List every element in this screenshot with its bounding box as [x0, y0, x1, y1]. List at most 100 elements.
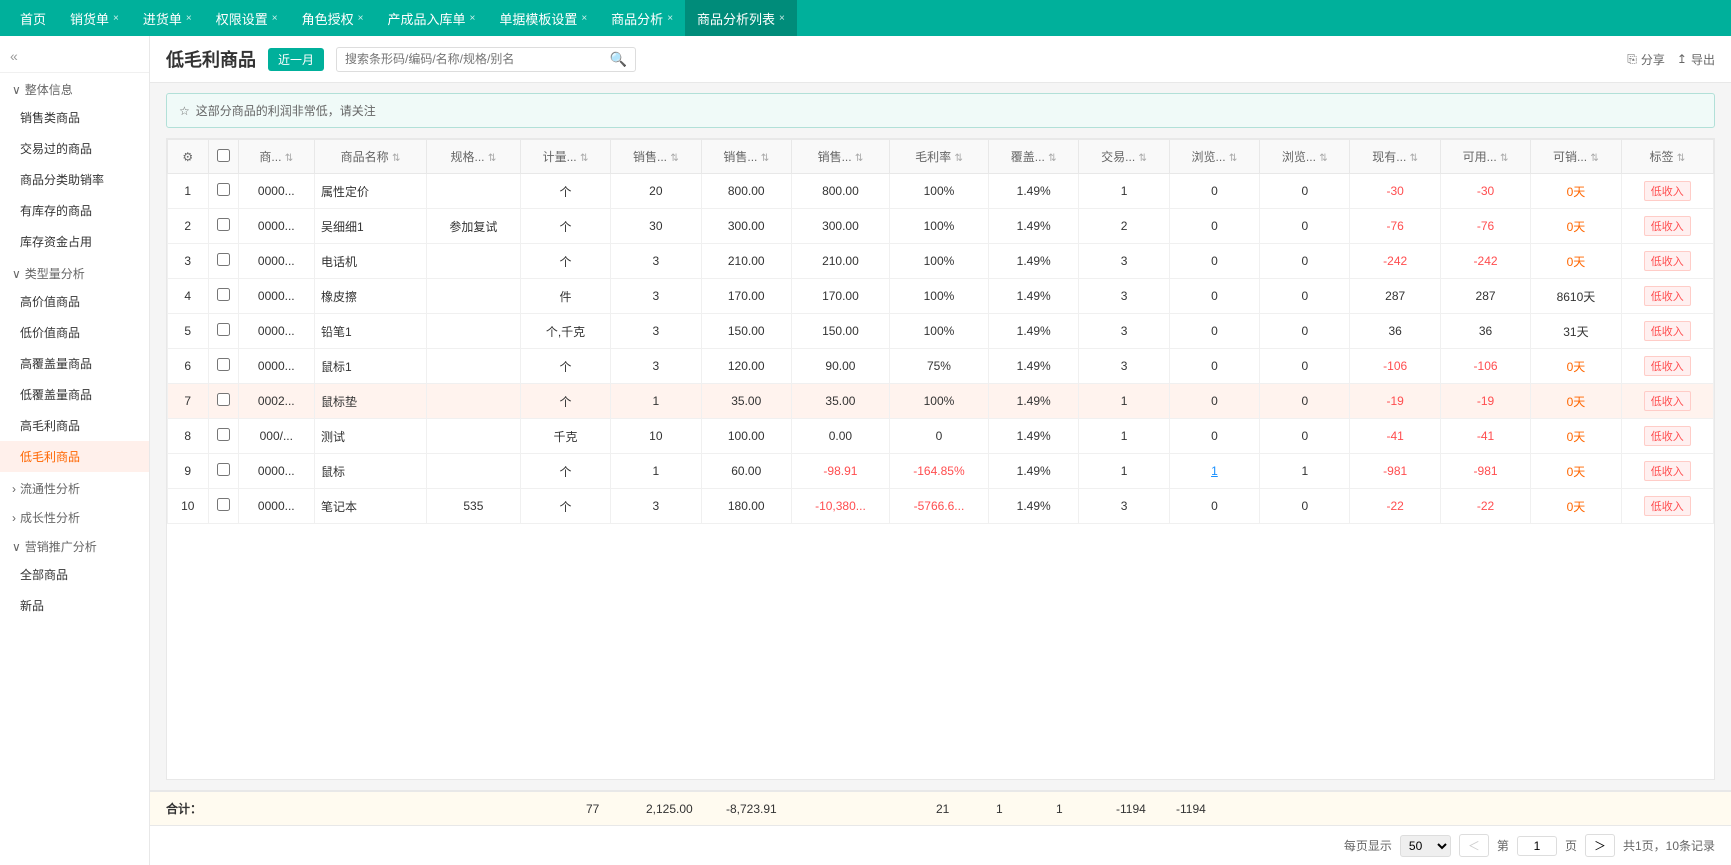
table-row: 9 0000... 鼠标 个 1 60.00 -98.91 -164.85% 1… — [168, 454, 1714, 489]
sidebar-group-growth[interactable]: › 成长性分析 — [0, 501, 149, 530]
nav-close-icon[interactable]: × — [113, 13, 119, 24]
row-trade-count: 3 — [1079, 279, 1169, 314]
nav-home[interactable]: 首页 — [8, 0, 58, 36]
search-icon[interactable]: 🔍 — [610, 51, 627, 68]
row-num: 10 — [168, 489, 209, 524]
totals-browse1: 1 — [996, 802, 1056, 816]
row-num: 3 — [168, 244, 209, 279]
sidebar-item-low-coverage[interactable]: 低覆盖量商品 — [0, 379, 149, 410]
row-cover-rate: 1.49% — [988, 279, 1078, 314]
nav-close-icon[interactable]: × — [581, 13, 587, 24]
nav-close-icon[interactable]: × — [358, 13, 364, 24]
nav-sales[interactable]: 销货单 × — [58, 0, 131, 36]
nav-close-icon[interactable]: × — [272, 13, 278, 24]
search-input[interactable] — [345, 52, 606, 66]
row-spec — [426, 244, 520, 279]
col-avail[interactable]: 可用... ⇅ — [1440, 140, 1530, 174]
sidebar-item-category-rate[interactable]: 商品分类助销率 — [0, 164, 149, 195]
row-unit: 个 — [520, 174, 610, 209]
col-name[interactable]: 商品名称 ⇅ — [315, 140, 427, 174]
row-unit: 个 — [520, 384, 610, 419]
sidebar-item-stock-capital[interactable]: 库存资金占用 — [0, 226, 149, 257]
row-browse1[interactable]: 1 — [1169, 454, 1259, 489]
row-checkbox[interactable] — [208, 489, 238, 524]
prev-page-btn[interactable]: ＜ — [1459, 834, 1489, 857]
row-checkbox[interactable] — [208, 349, 238, 384]
col-tag[interactable]: 标签 ⇅ — [1621, 140, 1713, 174]
next-page-btn[interactable]: ＞ — [1585, 834, 1615, 857]
nav-role[interactable]: 角色授权 × — [290, 0, 376, 36]
row-checkbox[interactable] — [208, 314, 238, 349]
row-avail: -76 — [1440, 209, 1530, 244]
row-checkbox[interactable] — [208, 384, 238, 419]
col-sale-qty[interactable]: 销售... ⇅ — [611, 140, 701, 174]
sidebar-collapse-btn[interactable]: « — [6, 44, 22, 68]
col-browse1[interactable]: 浏览... ⇅ — [1169, 140, 1259, 174]
row-browse1: 0 — [1169, 174, 1259, 209]
row-checkbox[interactable] — [208, 244, 238, 279]
nav-close-icon[interactable]: × — [469, 13, 475, 24]
table-row: 1 0000... 属性定价 个 20 800.00 800.00 100% 1… — [168, 174, 1714, 209]
row-sale-price: 35.00 — [701, 384, 791, 419]
row-checkbox[interactable] — [208, 279, 238, 314]
sidebar-item-new-goods[interactable]: 新品 — [0, 590, 149, 621]
nav-close-icon[interactable]: × — [667, 13, 673, 24]
sidebar-item-traded-goods[interactable]: 交易过的商品 — [0, 133, 149, 164]
nav-purchase[interactable]: 进货单 × — [131, 0, 204, 36]
row-gross-rate: 100% — [889, 209, 988, 244]
share-btn[interactable]: ⎘ 分享 — [1627, 51, 1665, 68]
row-checkbox[interactable] — [208, 454, 238, 489]
sidebar-item-all-goods[interactable]: 全部商品 — [0, 559, 149, 590]
nav-analysis-list[interactable]: 商品分析列表 × — [685, 0, 797, 36]
col-trade-count[interactable]: 交易... ⇅ — [1079, 140, 1169, 174]
totals-avail: -1194 — [1176, 802, 1236, 816]
nav-template[interactable]: 单据模板设置 × — [487, 0, 599, 36]
nav-close-icon[interactable]: × — [186, 13, 192, 24]
col-code[interactable]: 商... ⇅ — [238, 140, 314, 174]
col-spec[interactable]: 规格... ⇅ — [426, 140, 520, 174]
sidebar-item-in-stock[interactable]: 有库存的商品 — [0, 195, 149, 226]
select-all-checkbox[interactable] — [217, 149, 230, 162]
row-checkbox[interactable] — [208, 209, 238, 244]
export-btn[interactable]: ↥ 导出 — [1677, 51, 1715, 68]
col-browse2[interactable]: 浏览... ⇅ — [1260, 140, 1350, 174]
row-gross-rate: 100% — [889, 174, 988, 209]
sidebar-item-high-margin[interactable]: 高毛利商品 — [0, 410, 149, 441]
filter-month-btn[interactable]: 近一月 — [268, 48, 324, 71]
notice-banner: ☆ 这部分商品的利润非常低，请关注 — [166, 93, 1715, 128]
row-sale-qty: 1 — [611, 454, 701, 489]
page-size-select[interactable]: 50 100 200 — [1400, 835, 1451, 857]
nav-close-icon[interactable]: × — [779, 13, 785, 24]
row-checkbox[interactable] — [208, 174, 238, 209]
sidebar-item-high-coverage[interactable]: 高覆盖量商品 — [0, 348, 149, 379]
nav-product-in[interactable]: 产成品入库单 × — [375, 0, 487, 36]
sidebar-group-flow[interactable]: › 流通性分析 — [0, 472, 149, 501]
pagination-bar: 每页显示 50 100 200 ＜ 第 页 ＞ 共1页，10条记录 — [150, 825, 1731, 865]
col-current[interactable]: 现有... ⇅ — [1350, 140, 1440, 174]
share-icon: ⎘ — [1627, 52, 1637, 67]
row-code: 0000... — [238, 454, 314, 489]
col-sale-price[interactable]: 销售... ⇅ — [701, 140, 791, 174]
page-number-input[interactable] — [1517, 836, 1557, 856]
sidebar-item-high-value[interactable]: 高价值商品 — [0, 286, 149, 317]
row-checkbox[interactable] — [208, 419, 238, 454]
col-checkbox[interactable] — [208, 140, 238, 174]
row-tag: 低收入 — [1621, 279, 1713, 314]
row-browse2: 0 — [1260, 489, 1350, 524]
row-unit: 个 — [520, 209, 610, 244]
row-sale-price: 150.00 — [701, 314, 791, 349]
col-sale-cost[interactable]: 销售... ⇅ — [791, 140, 889, 174]
table-row: 4 0000... 橡皮擦 件 3 170.00 170.00 100% 1.4… — [168, 279, 1714, 314]
col-unit[interactable]: 计量... ⇅ — [520, 140, 610, 174]
row-sale-cost: -98.91 — [791, 454, 889, 489]
col-cover-rate[interactable]: 覆盖... ⇅ — [988, 140, 1078, 174]
sidebar-item-low-value[interactable]: 低价值商品 — [0, 317, 149, 348]
col-settings[interactable]: ⚙ — [168, 140, 209, 174]
row-current: -19 — [1350, 384, 1440, 419]
sidebar-item-low-margin[interactable]: 低毛利商品 — [0, 441, 149, 472]
col-gross-rate[interactable]: 毛利率 ⇅ — [889, 140, 988, 174]
sidebar-item-sales-goods[interactable]: 销售类商品 — [0, 102, 149, 133]
nav-analysis[interactable]: 商品分析 × — [599, 0, 685, 36]
nav-permission[interactable]: 权限设置 × — [204, 0, 290, 36]
col-salable[interactable]: 可销... ⇅ — [1531, 140, 1621, 174]
